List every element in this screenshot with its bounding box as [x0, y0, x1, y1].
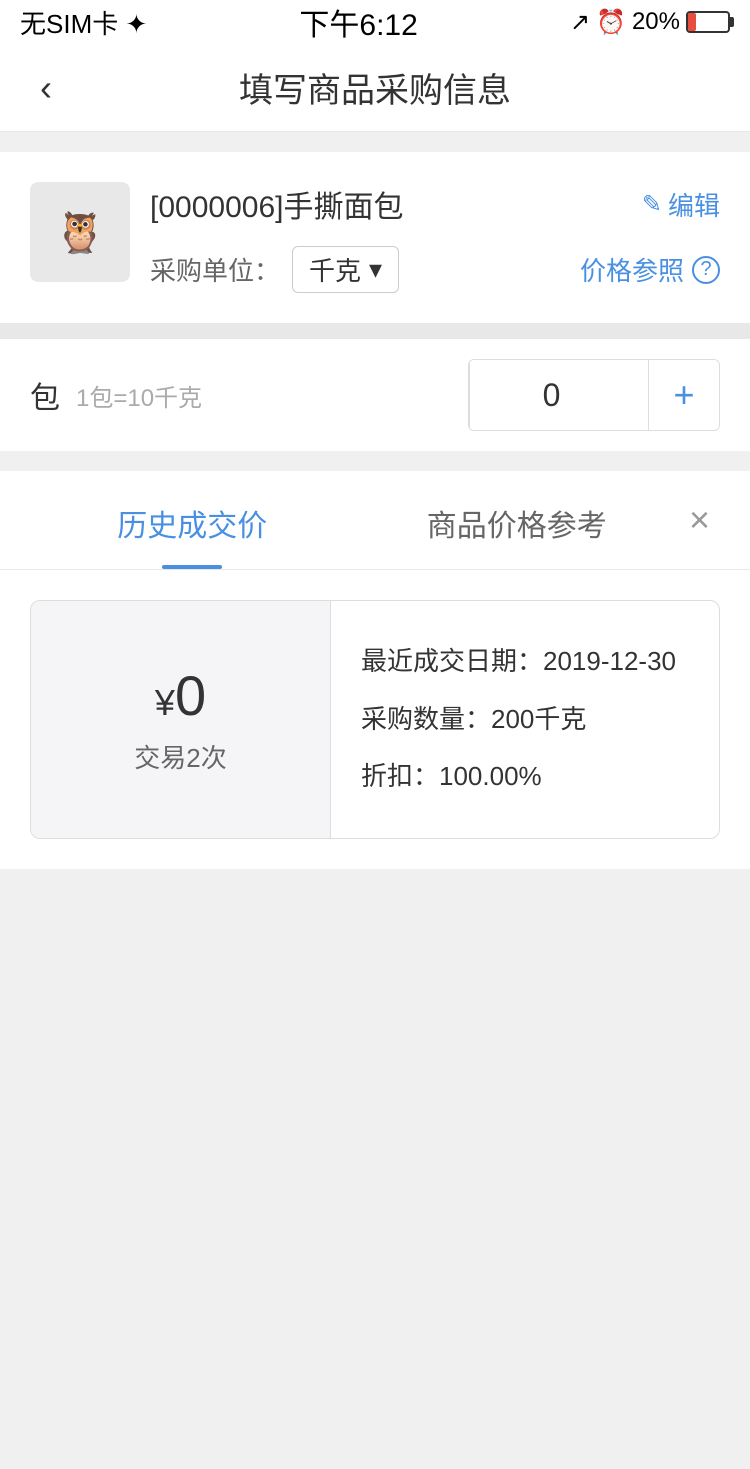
purchase-qty-label: 采购数量：: [361, 704, 491, 734]
battery-text: 20%: [632, 8, 680, 36]
trade-count: 交易2次: [134, 738, 226, 775]
status-right: ↗ ⏰ 20%: [570, 8, 730, 37]
status-time: 下午6:12: [299, 0, 417, 44]
quantity-controls: 0 +: [468, 359, 720, 431]
edit-icon: ✎: [642, 190, 662, 219]
discount-row: 折扣：100.00%: [361, 756, 689, 798]
edit-label: 编辑: [668, 186, 720, 223]
product-top-row: [0000006]手撕面包 ✎ 编辑: [150, 182, 720, 226]
price-card: ¥0 交易2次 最近成交日期：2019-12-30 采购数量：200千克 折扣：…: [30, 600, 720, 839]
price-summary: ¥0 交易2次: [31, 601, 331, 838]
quantity-input[interactable]: 0: [469, 360, 649, 430]
dropdown-arrow: ▾: [369, 254, 382, 285]
purchase-qty-value: 200千克: [491, 704, 586, 734]
price-reference-button[interactable]: 价格参照 ?: [580, 251, 720, 288]
quantity-plus-button[interactable]: +: [649, 360, 719, 430]
recent-date-row: 最近成交日期：2019-12-30: [361, 641, 689, 683]
location-icon: ↗: [570, 8, 590, 37]
product-bottom-row: 采购单位： 千克 ▾ 价格参照 ?: [150, 246, 720, 293]
unit-dropdown[interactable]: 千克 ▾: [292, 246, 399, 293]
tab-header: 历史成交价 商品价格参考 ×: [0, 471, 750, 570]
status-left: 无SIM卡 ✦: [20, 4, 147, 41]
main-content: [0, 869, 750, 1469]
tab-area: 历史成交价 商品价格参考 × ¥0 交易2次 最近成交日期：2019-12-30…: [0, 471, 750, 869]
price-details: 最近成交日期：2019-12-30 采购数量：200千克 折扣：100.00%: [331, 601, 719, 838]
purchase-unit-label: 采购单位：: [150, 251, 280, 288]
price-card-container: ¥0 交易2次 最近成交日期：2019-12-30 采购数量：200千克 折扣：…: [0, 570, 750, 869]
discount-label: 折扣：: [361, 761, 439, 791]
currency-symbol: ¥: [155, 682, 175, 723]
recent-date-value: 2019-12-30: [543, 646, 676, 676]
tab-product-price-reference[interactable]: 商品价格参考: [354, 471, 678, 569]
carrier-text: 无SIM卡 ✦: [20, 4, 147, 41]
alarm-icon: ⏰: [596, 8, 626, 37]
product-name: [0000006]手撕面包: [150, 182, 403, 226]
recent-date-label: 最近成交日期：: [361, 646, 543, 676]
tab-underline: [162, 565, 222, 569]
page-title: 填写商品采购信息: [239, 63, 511, 112]
tab-close-button[interactable]: ×: [679, 489, 720, 551]
product-thumbnail: 🦉: [30, 182, 130, 282]
purchase-qty-row: 采购数量：200千克: [361, 699, 689, 741]
unit-desc: 1包=10千克: [76, 378, 202, 413]
quantity-label: 包 1包=10千克: [30, 373, 202, 417]
nav-bar: ‹ 填写商品采购信息: [0, 44, 750, 132]
product-card: 🦉 [0000006]手撕面包 ✎ 编辑 采购单位： 千克 ▾ 价格参照 ?: [0, 152, 750, 323]
edit-button[interactable]: ✎ 编辑: [642, 186, 720, 223]
price-number: 0: [175, 664, 206, 727]
info-icon: ?: [692, 256, 720, 284]
unit-badge: 包: [30, 373, 60, 417]
back-button[interactable]: ‹: [30, 57, 62, 119]
discount-value: 100.00%: [439, 761, 542, 791]
quantity-row: 包 1包=10千克 0 +: [0, 339, 750, 451]
price-ref-label: 价格参照: [580, 251, 684, 288]
tab-historical-price[interactable]: 历史成交价: [30, 471, 354, 569]
unit-value: 千克: [309, 251, 361, 288]
product-image-placeholder: 🦉: [55, 209, 105, 256]
price-display: ¥0: [155, 663, 206, 728]
product-info: [0000006]手撕面包 ✎ 编辑 采购单位： 千克 ▾ 价格参照 ?: [150, 182, 720, 293]
section-divider: [0, 323, 750, 339]
battery-icon: [686, 11, 730, 33]
purchase-unit-row: 采购单位： 千克 ▾: [150, 246, 399, 293]
status-bar: 无SIM卡 ✦ 下午6:12 ↗ ⏰ 20%: [0, 0, 750, 44]
